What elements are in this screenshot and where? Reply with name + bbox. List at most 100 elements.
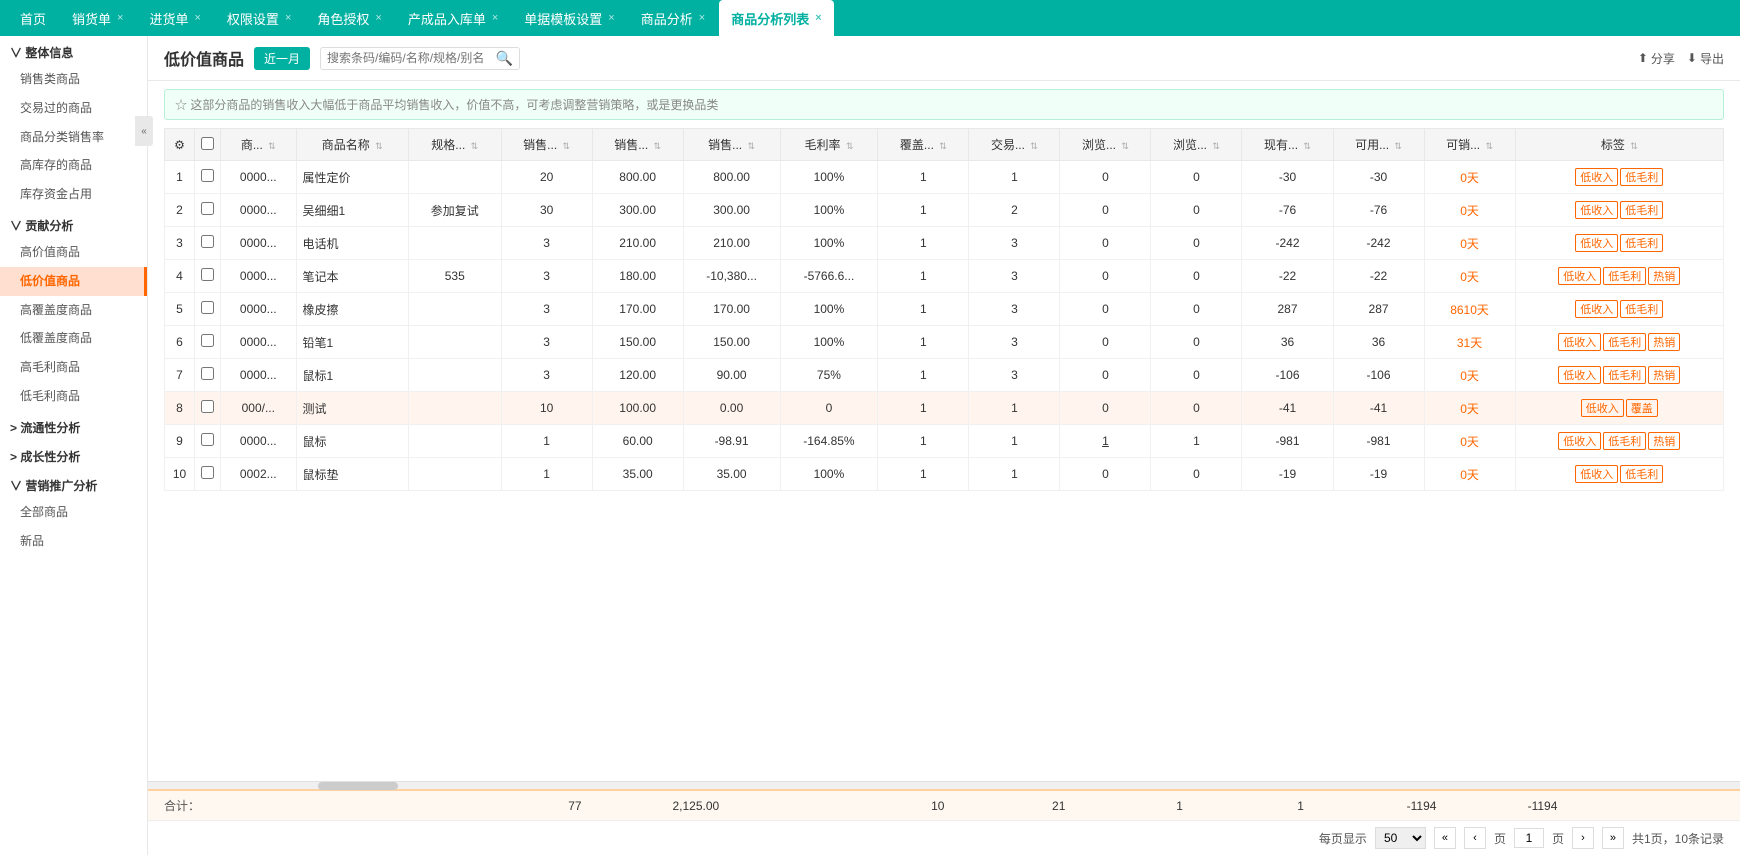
sidebar-item-traded-goods[interactable]: 交易过的商品 <box>0 94 147 123</box>
col-coverage[interactable]: 覆盖... ⇅ <box>878 129 969 161</box>
close-icon[interactable]: × <box>117 12 123 24</box>
sidebar-item-high-value[interactable]: 高价值商品 <box>0 238 147 267</box>
sidebar-item-high-stock[interactable]: 高库存的商品 <box>0 151 147 180</box>
sidebar-item-low-margin[interactable]: 低毛利商品 <box>0 382 147 411</box>
footer-label: 合计： <box>164 797 224 814</box>
sidebar-item-stock-capital[interactable]: 库存资金占用 <box>0 180 147 209</box>
nav-role[interactable]: 角色授权 × <box>305 0 393 36</box>
row-checkbox[interactable] <box>201 466 214 479</box>
cell-trade: 3 <box>969 260 1060 293</box>
col-margin[interactable]: 毛利率 ⇅ <box>780 129 878 161</box>
col-tags[interactable]: 标签 ⇅ <box>1515 129 1723 161</box>
col-sales1[interactable]: 销售... ⇅ <box>501 129 592 161</box>
cell-check[interactable] <box>195 227 221 260</box>
nav-product-in[interactable]: 产成品入库单 × <box>396 0 510 36</box>
col-trade[interactable]: 交易... ⇅ <box>969 129 1060 161</box>
tag-label: 低毛利 <box>1603 267 1646 285</box>
close-icon[interactable]: × <box>815 12 821 24</box>
cell-s4: 100% <box>780 458 878 491</box>
row-checkbox[interactable] <box>201 301 214 314</box>
tag-label: 低毛利 <box>1603 366 1646 384</box>
col-stock3[interactable]: 可销... ⇅ <box>1424 129 1515 161</box>
col-name[interactable]: 商品名称 ⇅ <box>296 129 408 161</box>
sidebar-item-new-goods[interactable]: 新品 <box>0 527 147 556</box>
close-icon[interactable]: × <box>608 12 614 24</box>
sidebar-item-all-goods[interactable]: 全部商品 <box>0 498 147 527</box>
cell-check[interactable] <box>195 458 221 491</box>
cell-tags: 低收入低毛利热销 <box>1515 260 1723 293</box>
nav-permission[interactable]: 权限设置 × <box>215 0 303 36</box>
cell-check[interactable] <box>195 359 221 392</box>
sidebar-item-low-coverage[interactable]: 低覆盖度商品 <box>0 324 147 353</box>
close-icon[interactable]: × <box>492 12 498 24</box>
cell-browse1[interactable]: 1 <box>1060 425 1151 458</box>
sidebar-group-overall[interactable]: ∨ 整体信息 <box>0 36 147 65</box>
sidebar-item-high-margin[interactable]: 高毛利商品 <box>0 353 147 382</box>
search-input[interactable] <box>327 51 492 65</box>
sidebar-group-growth[interactable]: > 成长性分析 <box>0 440 147 469</box>
nav-sales[interactable]: 销货单 × <box>60 0 135 36</box>
nav-purchase[interactable]: 进货单 × <box>137 0 212 36</box>
sidebar-item-sales-goods[interactable]: 销售类商品 <box>0 65 147 94</box>
sidebar-collapse-btn[interactable]: « <box>135 116 148 146</box>
cell-check[interactable] <box>195 161 221 194</box>
page-input[interactable] <box>1514 828 1544 848</box>
sidebar-item-category-rate[interactable]: 商品分类销售率 <box>0 123 147 152</box>
sidebar-item-low-value[interactable]: 低价值商品 <box>0 267 147 296</box>
nav-template[interactable]: 单据模板设置 × <box>512 0 626 36</box>
cell-spec <box>408 359 501 392</box>
close-icon[interactable]: × <box>194 12 200 24</box>
sidebar-group-marketing[interactable]: ∨ 营销推广分析 <box>0 469 147 498</box>
row-checkbox[interactable] <box>201 367 214 380</box>
row-checkbox[interactable] <box>201 400 214 413</box>
select-all-checkbox[interactable] <box>201 137 214 150</box>
per-page-select[interactable]: 50 100 200 <box>1375 827 1426 849</box>
col-checkbox[interactable] <box>195 129 221 161</box>
col-stock2[interactable]: 可用... ⇅ <box>1333 129 1424 161</box>
next-page-btn[interactable]: › <box>1572 827 1594 849</box>
cell-check[interactable] <box>195 326 221 359</box>
cell-check[interactable] <box>195 425 221 458</box>
row-checkbox[interactable] <box>201 202 214 215</box>
cell-code: 0000... <box>221 260 297 293</box>
scrollbar-thumb[interactable] <box>318 782 398 790</box>
col-settings[interactable]: ⚙ <box>165 129 195 161</box>
first-page-btn[interactable]: « <box>1434 827 1456 849</box>
row-checkbox[interactable] <box>201 268 214 281</box>
close-icon[interactable]: × <box>285 12 291 24</box>
col-sales2[interactable]: 销售... ⇅ <box>592 129 683 161</box>
cell-check[interactable] <box>195 293 221 326</box>
row-checkbox[interactable] <box>201 235 214 248</box>
export-button[interactable]: ⬇ 导出 <box>1687 50 1724 67</box>
nav-home[interactable]: 首页 <box>8 0 58 36</box>
col-browse1[interactable]: 浏览... ⇅ <box>1060 129 1151 161</box>
footer-empty2 <box>756 799 877 813</box>
search-icon[interactable]: 🔍 <box>496 50 513 67</box>
nav-analysis[interactable]: 商品分析 × <box>629 0 717 36</box>
cell-browse2: 0 <box>1151 293 1242 326</box>
close-icon[interactable]: × <box>699 12 705 24</box>
prev-page-btn[interactable]: ‹ <box>1464 827 1486 849</box>
period-button[interactable]: 近一月 <box>254 47 310 70</box>
sidebar-group-circulation[interactable]: > 流通性分析 <box>0 411 147 440</box>
col-browse2[interactable]: 浏览... ⇅ <box>1151 129 1242 161</box>
close-icon[interactable]: × <box>375 12 381 24</box>
sidebar-item-high-coverage[interactable]: 高覆盖度商品 <box>0 296 147 325</box>
nav-analysis-list[interactable]: 商品分析列表 × <box>719 0 833 36</box>
last-page-btn[interactable]: » <box>1602 827 1624 849</box>
horizontal-scrollbar[interactable] <box>148 781 1740 789</box>
row-checkbox[interactable] <box>201 169 214 182</box>
share-button[interactable]: ⬆ 分享 <box>1638 50 1675 67</box>
col-spec[interactable]: 规格... ⇅ <box>408 129 501 161</box>
sidebar-group-contribution[interactable]: ∨ 贡献分析 <box>0 209 147 238</box>
col-code[interactable]: 商... ⇅ <box>221 129 297 161</box>
cell-check[interactable] <box>195 194 221 227</box>
col-stock1[interactable]: 现有... ⇅ <box>1242 129 1333 161</box>
row-checkbox[interactable] <box>201 334 214 347</box>
cell-spec <box>408 458 501 491</box>
cell-check[interactable] <box>195 392 221 425</box>
cell-tags: 低收入低毛利 <box>1515 293 1723 326</box>
cell-check[interactable] <box>195 260 221 293</box>
row-checkbox[interactable] <box>201 433 214 446</box>
col-sales3[interactable]: 销售... ⇅ <box>683 129 780 161</box>
